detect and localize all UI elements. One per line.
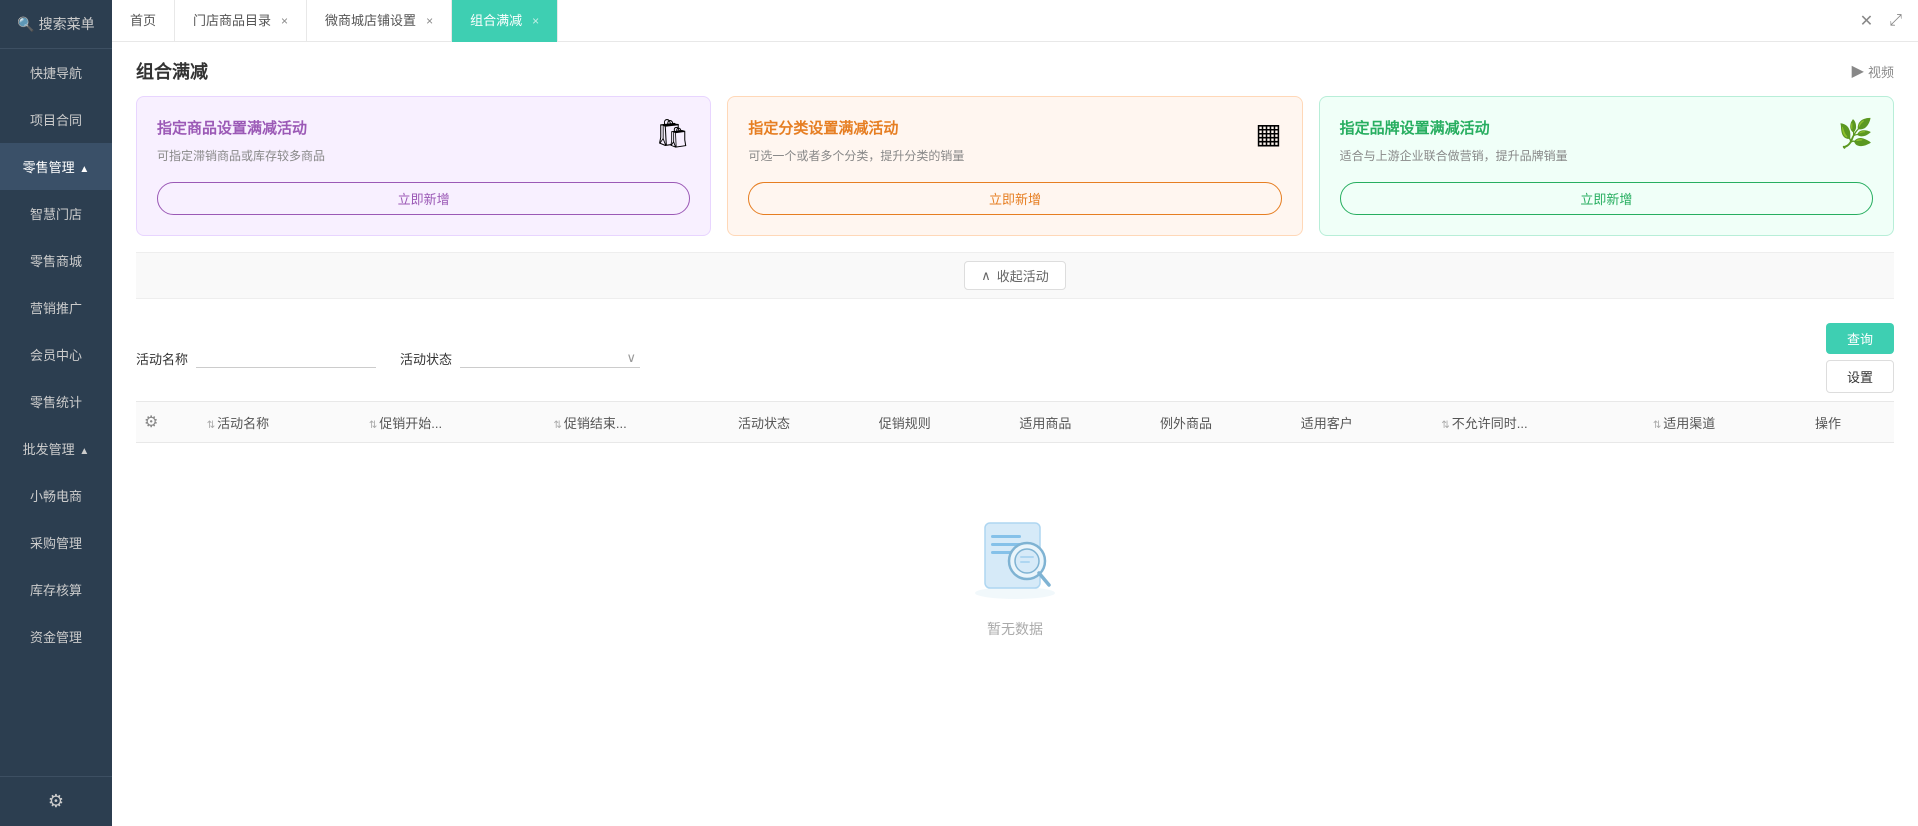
tab-label: 组合满减 — [470, 0, 522, 42]
query-button[interactable]: 查询 — [1826, 323, 1894, 354]
tab-close-icon[interactable]: × — [281, 0, 288, 42]
sort-icon: ⇅ — [207, 420, 215, 431]
collapse-label: 收起活动 — [997, 266, 1049, 285]
filter-activity-status: 活动状态 ∨ — [400, 348, 640, 368]
th-exception-goods: 例外商品 — [1152, 402, 1293, 443]
tab-close-icon[interactable]: × — [426, 0, 433, 42]
activity-status-label: 活动状态 — [400, 349, 452, 368]
tab-store-catalog[interactable]: 门店商品目录 × — [175, 0, 307, 42]
video-label: 视频 — [1868, 62, 1894, 81]
sidebar-search-label: 搜索菜单 — [39, 16, 95, 32]
tab-label: 首页 — [130, 0, 156, 42]
th-activity-status: 活动状态 — [730, 402, 871, 443]
sidebar: 🔍 搜索菜单 快捷导航项目合同零售管理 ▲智慧门店零售商城营销推广会员中心零售统… — [0, 0, 112, 826]
category-card-desc: 可选一个或者多个分类，提升分类的销量 — [748, 147, 1281, 165]
activity-name-label: 活动名称 — [136, 349, 188, 368]
collapse-icon: ∧ — [981, 268, 991, 284]
sidebar-item-purchase-mgmt[interactable]: 采购管理 — [0, 519, 112, 566]
filter-actions: 查询 设置 — [1826, 323, 1894, 393]
activity-status-input[interactable] — [460, 348, 640, 368]
tab-bar-actions: ✕ ⤢ — [1856, 7, 1918, 35]
sidebar-settings[interactable]: ⚙ — [0, 776, 112, 826]
tab-wechat-store[interactable]: 微商城店铺设置 × — [307, 0, 452, 42]
product-card: 🛍指定商品设置满减活动可指定滞销商品或库存较多商品立即新增 — [136, 96, 711, 236]
tab-close-icon[interactable]: × — [532, 0, 539, 42]
page-content: 组合满减 ▶ 视频 🛍指定商品设置满减活动可指定滞销商品或库存较多商品立即新增▦… — [112, 42, 1918, 826]
sidebar-item-retail-mall[interactable]: 零售商城 — [0, 237, 112, 284]
th-promo-end[interactable]: ⇅促销结束... — [545, 402, 730, 443]
filter-row: 活动名称 活动状态 ∨ 查询 设置 — [112, 315, 1918, 401]
brand-card: 🌿指定品牌设置满减活动适合与上游企业联合做营销，提升品牌销量立即新增 — [1319, 96, 1894, 236]
video-icon: ▶ — [1852, 61, 1864, 81]
th-gear: ⚙ — [136, 402, 199, 443]
sidebar-item-finance[interactable]: 资金管理 — [0, 613, 112, 660]
sidebar-item-xiaochang-ecom[interactable]: 小畅电商 — [0, 472, 112, 519]
sort-icon: ⇅ — [369, 420, 377, 431]
sidebar-search[interactable]: 🔍 搜索菜单 — [0, 0, 112, 49]
th-promo-rule: 促销规则 — [871, 402, 1012, 443]
sidebar-item-smart-store[interactable]: 智慧门店 — [0, 190, 112, 237]
th-applicable-channel[interactable]: ⇅适用渠道 — [1645, 402, 1807, 443]
category-card-title: 指定分类设置满减活动 — [748, 117, 1281, 138]
sidebar-item-retail-mgmt[interactable]: 零售管理 ▲ — [0, 143, 112, 190]
activity-name-input[interactable] — [196, 348, 376, 368]
brand-card-desc: 适合与上游企业联合做营销，提升品牌销量 — [1340, 147, 1873, 165]
tab-bar: 首页门店商品目录 ×微商城店铺设置 ×组合满减 × ✕ ⤢ — [112, 0, 1918, 42]
th-promo-start[interactable]: ⇅促销开始... — [361, 402, 546, 443]
brand-card-icon: 🌿 — [1838, 117, 1873, 150]
empty-text: 暂无数据 — [987, 619, 1043, 639]
sidebar-item-member-center[interactable]: 会员中心 — [0, 331, 112, 378]
page-title: 组合满减 — [136, 58, 208, 84]
sidebar-item-marketing[interactable]: 营销推广 — [0, 284, 112, 331]
sidebar-item-inventory[interactable]: 库存核算 — [0, 566, 112, 613]
sort-icon: ⇅ — [1653, 420, 1661, 431]
sort-icon: ⇅ — [1441, 420, 1449, 431]
sidebar-item-quick-nav[interactable]: 快捷导航 — [0, 49, 112, 96]
settings-icon: ⚙ — [48, 791, 64, 811]
cards-section: 🛍指定商品设置满减活动可指定滞销商品或库存较多商品立即新增▦指定分类设置满减活动… — [112, 96, 1918, 252]
collapse-bar: ∧ 收起活动 — [136, 252, 1894, 299]
search-icon: 🔍 — [17, 16, 34, 32]
chevron-icon: ▲ — [77, 164, 90, 175]
tab-combo-discount[interactable]: 组合满减 × — [452, 0, 558, 42]
th-no-concurrent[interactable]: ⇅不允许同时... — [1433, 402, 1644, 443]
category-card-add-button[interactable]: 立即新增 — [748, 182, 1281, 215]
data-table: ⚙ ⇅活动名称⇅促销开始...⇅促销结束...活动状态促销规则适用商品例外商品适用… — [136, 401, 1894, 679]
filter-activity-name: 活动名称 — [136, 348, 376, 368]
sidebar-item-project-contract[interactable]: 项目合同 — [0, 96, 112, 143]
product-card-icon: 🛍 — [655, 117, 691, 150]
tab-label: 门店商品目录 — [193, 0, 271, 42]
gear-column-icon[interactable]: ⚙ — [144, 414, 158, 431]
category-card-icon: ▦ — [1255, 117, 1281, 150]
close-window-button[interactable]: ✕ — [1856, 7, 1877, 35]
category-card: ▦指定分类设置满减活动可选一个或者多个分类，提升分类的销量立即新增 — [727, 96, 1302, 236]
table-section: ⚙ ⇅活动名称⇅促销开始...⇅促销结束...活动状态促销规则适用商品例外商品适用… — [112, 401, 1918, 679]
product-card-add-button[interactable]: 立即新增 — [157, 182, 690, 215]
sidebar-item-retail-stats[interactable]: 零售统计 — [0, 378, 112, 425]
product-card-desc: 可指定滞销商品或库存较多商品 — [157, 147, 690, 165]
th-action: 操作 — [1807, 402, 1894, 443]
chevron-icon: ▲ — [77, 446, 90, 457]
tab-label: 微商城店铺设置 — [325, 0, 416, 42]
collapse-button[interactable]: ∧ 收起活动 — [964, 261, 1066, 290]
empty-state: 暂无数据 — [136, 443, 1894, 679]
product-card-title: 指定商品设置满减活动 — [157, 117, 690, 138]
expand-window-button[interactable]: ⤢ — [1885, 8, 1906, 34]
brand-card-add-button[interactable]: 立即新增 — [1340, 182, 1873, 215]
activity-status-wrapper: ∨ — [460, 348, 640, 368]
brand-card-title: 指定品牌设置满减活动 — [1340, 117, 1873, 138]
tab-home[interactable]: 首页 — [112, 0, 175, 42]
video-link[interactable]: ▶ 视频 — [1852, 61, 1894, 81]
page-header: 组合满减 ▶ 视频 — [112, 42, 1918, 96]
th-activity-name[interactable]: ⇅活动名称 — [199, 402, 361, 443]
sort-icon: ⇅ — [553, 420, 561, 431]
empty-illustration — [955, 503, 1075, 603]
th-applicable-customer: 适用客户 — [1293, 402, 1434, 443]
th-applicable-goods: 适用商品 — [1011, 402, 1152, 443]
sidebar-item-wholesale-mgmt[interactable]: 批发管理 ▲ — [0, 425, 112, 472]
settings-button[interactable]: 设置 — [1826, 360, 1894, 393]
main-area: 首页门店商品目录 ×微商城店铺设置 ×组合满减 × ✕ ⤢ 组合满减 ▶ 视频 … — [112, 0, 1918, 826]
